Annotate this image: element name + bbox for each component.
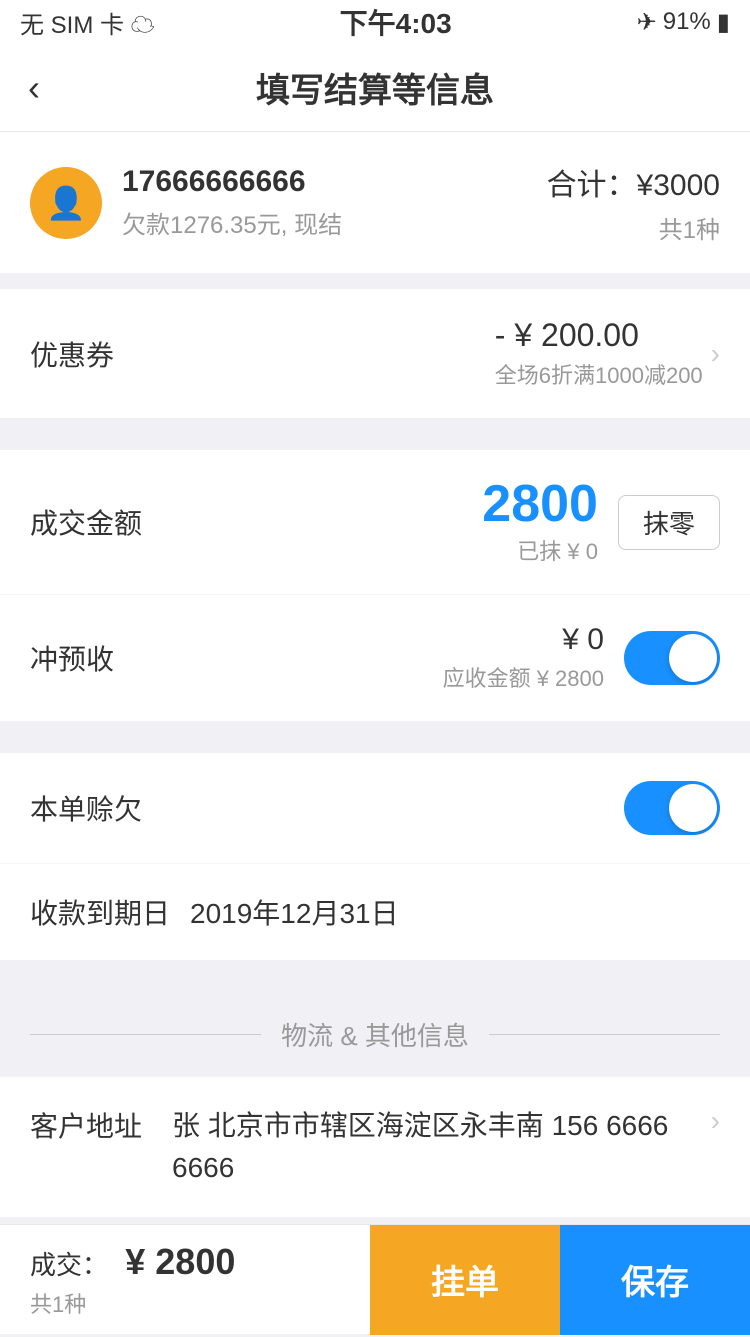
address-row[interactable]: 客户地址 张 北京市市辖区海淀区永丰南 156 6666 6666 › — [0, 1077, 750, 1217]
amount-row: 成交金额 2800 已抹 ¥ 0 抹零 — [0, 450, 750, 594]
battery-text: 91% — [663, 8, 711, 36]
customer-owe: 欠款1276.35元, 现结 — [122, 205, 342, 240]
nav-bar: ‹ 填写结算等信息 — [0, 44, 750, 132]
status-right: ✈ 91% ▮ — [637, 8, 730, 37]
avatar: 👤 — [30, 167, 102, 239]
customer-phone: 17666666666 — [122, 165, 342, 199]
due-date-label: 收款到期日 — [30, 892, 170, 932]
due-date-row: 收款到期日 2019年12月31日 — [0, 863, 750, 960]
customer-count: 共1种 — [547, 210, 720, 245]
footer-deal: 成交： ¥ 2800 — [30, 1241, 340, 1283]
divider-line-left — [30, 1034, 261, 1035]
prepay-main: ¥ 0 — [443, 623, 604, 657]
footer-deal-amount: ¥ 2800 — [125, 1241, 235, 1282]
customer-info: 17666666666 欠款1276.35元, 现结 — [122, 165, 342, 240]
avatar-icon: 👤 — [46, 184, 86, 222]
prepay-label: 冲预收 — [30, 638, 114, 678]
prepay-amount: ¥ 0 应收金额 ¥ 2800 — [443, 623, 604, 693]
carrier-text: 无 SIM 卡 ☁ — [20, 5, 155, 40]
amount-section: 成交金额 2800 已抹 ¥ 0 抹零 冲预收 ¥ 0 应收金额 ¥ 2800 — [0, 450, 750, 721]
amount-value: 2800 — [482, 478, 598, 530]
coupon-right: - ¥ 200.00 全场6折满1000减200 › — [495, 317, 720, 390]
arrears-row: 本单赊欠 — [0, 753, 750, 863]
coupon-row[interactable]: 优惠券 - ¥ 200.00 全场6折满1000减200 › — [0, 289, 750, 418]
status-time: 下午4:03 — [340, 2, 452, 42]
bottom-footer: 成交： ¥ 2800 共1种 挂单 保存 — [0, 1224, 750, 1334]
footer-count: 共1种 — [30, 1287, 340, 1319]
footer-deal-label: 成交： — [30, 1250, 108, 1280]
customer-total: 合计：¥3000 — [547, 160, 720, 204]
arrears-section: 本单赊欠 收款到期日 2019年12月31日 — [0, 753, 750, 960]
arrears-label: 本单赊欠 — [30, 788, 142, 828]
address-right: 张 北京市市辖区海淀区永丰南 156 6666 6666 › — [172, 1105, 720, 1189]
address-value: 张 北京市市辖区海淀区永丰南 156 6666 6666 — [172, 1105, 703, 1189]
page-title: 填写结算等信息 — [256, 63, 494, 112]
customer-right: 合计：¥3000 共1种 — [547, 160, 720, 245]
save-button[interactable]: 保存 — [560, 1225, 750, 1335]
divider-line-right — [489, 1034, 720, 1035]
arrears-toggle[interactable] — [624, 781, 720, 835]
status-left: 无 SIM 卡 ☁ — [20, 5, 155, 40]
address-label: 客户地址 — [30, 1105, 142, 1145]
coupon-discount: - ¥ 200.00 — [495, 317, 703, 354]
pending-button[interactable]: 挂单 — [370, 1225, 560, 1335]
prepay-sub: 应收金额 ¥ 2800 — [443, 661, 604, 693]
back-button[interactable]: ‹ — [28, 67, 40, 109]
address-chevron-icon: › — [711, 1105, 720, 1137]
arrears-toggle-thumb — [669, 784, 717, 832]
coupon-desc: 全场6折满1000减200 — [495, 358, 703, 390]
status-bar: 无 SIM 卡 ☁ 下午4:03 ✈ 91% ▮ — [0, 0, 750, 44]
round-button[interactable]: 抹零 — [618, 495, 720, 550]
amount-label: 成交金额 — [30, 502, 142, 542]
section-divider-3 — [0, 976, 750, 992]
customer-card: 👤 17666666666 欠款1276.35元, 现结 合计：¥3000 共1… — [0, 132, 750, 273]
section-divider-1 — [0, 434, 750, 450]
footer-summary: 成交： ¥ 2800 共1种 — [0, 1241, 370, 1319]
coupon-chevron-icon: › — [711, 338, 720, 370]
location-icon: ✈ — [637, 8, 657, 37]
coupon-label: 优惠券 — [30, 334, 114, 374]
amount-sub: 已抹 ¥ 0 — [482, 534, 598, 566]
due-date-value: 2019年12月31日 — [190, 892, 399, 932]
prepay-right: ¥ 0 应收金额 ¥ 2800 — [443, 623, 720, 693]
battery-icon: ▮ — [717, 8, 730, 37]
main-content: 👤 17666666666 欠款1276.35元, 现结 合计：¥3000 共1… — [0, 132, 750, 1337]
logistics-title: 物流 & 其他信息 — [281, 1016, 469, 1053]
logistics-header: 物流 & 其他信息 — [0, 992, 750, 1077]
toggle-thumb — [669, 634, 717, 682]
amount-right: 2800 已抹 ¥ 0 抹零 — [482, 478, 720, 566]
section-divider-2 — [0, 737, 750, 753]
prepay-toggle[interactable] — [624, 631, 720, 685]
prepay-row: 冲预收 ¥ 0 应收金额 ¥ 2800 — [0, 594, 750, 721]
customer-left: 👤 17666666666 欠款1276.35元, 现结 — [30, 165, 342, 240]
